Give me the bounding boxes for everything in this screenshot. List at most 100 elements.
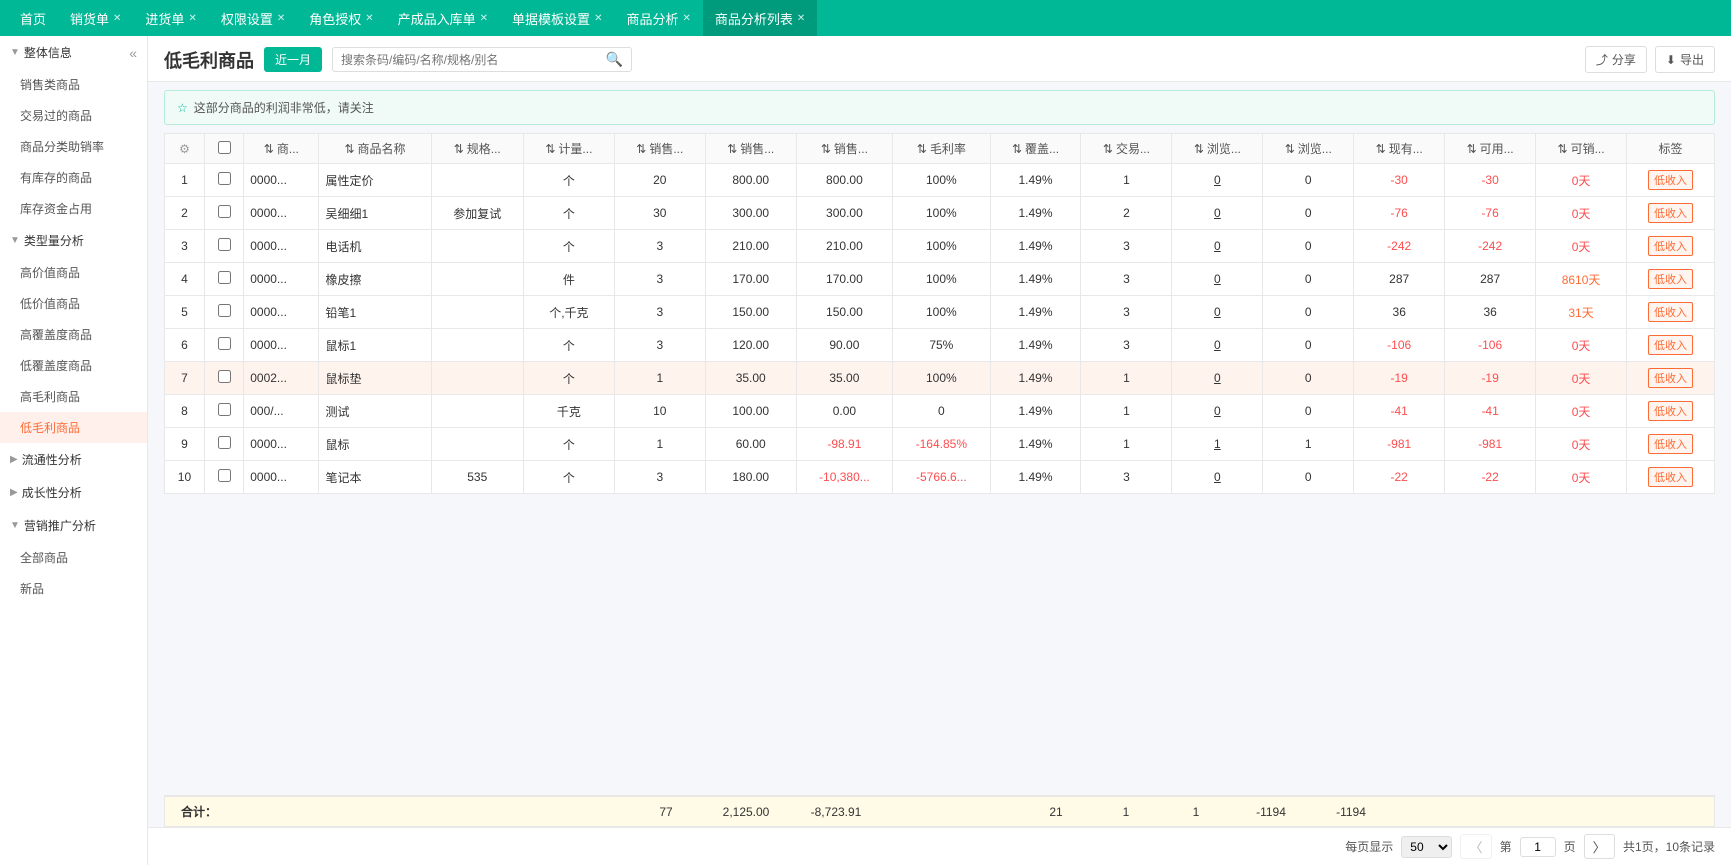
row-checkbox[interactable] [218,205,231,218]
cell-tag: 低收入 [1627,296,1715,329]
cell-checkbox[interactable] [204,428,243,461]
cell-row-no: 4 [165,263,205,296]
page-input[interactable] [1520,837,1556,857]
per-page-select[interactable]: 20 50 100 [1401,836,1452,858]
nav-close-permissions[interactable]: ✕ [277,13,285,24]
cell-browse1[interactable]: 1 [1172,428,1263,461]
cell-browse1[interactable]: 0 [1172,164,1263,197]
search-icon[interactable]: 🔍 [606,51,623,68]
nav-close-product-analysis[interactable]: ✕ [682,13,690,24]
row-checkbox[interactable] [218,271,231,284]
th-transactions[interactable]: ⇅交易... [1081,134,1172,164]
th-sales-qty[interactable]: ⇅销售... [614,134,705,164]
th-spec[interactable]: ⇅规格... [431,134,523,164]
cell-checkbox[interactable] [204,395,243,428]
th-coverage[interactable]: ⇅覆盖... [990,134,1081,164]
filter-recent-month[interactable]: 近一月 [264,47,322,72]
notice-text: 这部分商品的利润非常低，请关注 [194,99,374,116]
cell-code: 0000... [244,329,319,362]
next-page-btn[interactable]: 〉 [1584,834,1615,859]
nav-home[interactable]: 首页 [8,0,58,36]
th-sales-price[interactable]: ⇅销售... [705,134,796,164]
cell-browse1[interactable]: 0 [1172,461,1263,494]
cell-browse1[interactable]: 0 [1172,296,1263,329]
cell-checkbox[interactable] [204,164,243,197]
cell-browse1[interactable]: 0 [1172,395,1263,428]
share-button[interactable]: ⤴ 分享 [1585,46,1647,73]
sidebar-item-stock-capital[interactable]: 库存资金占用 [0,193,147,224]
sidebar-item-low-value[interactable]: 低价值商品 [0,288,147,319]
row-checkbox[interactable] [218,337,231,350]
cell-browse1[interactable]: 0 [1172,362,1263,395]
nav-close-role[interactable]: ✕ [365,13,373,24]
table-wrapper[interactable]: ⚙ ⇅商... ⇅商品名称 ⇅规格... ⇅计量... ⇅销售... ⇅销售..… [164,133,1715,787]
nav-product-analysis[interactable]: 商品分析 ✕ [614,0,702,36]
th-current-stock[interactable]: ⇅现有... [1354,134,1445,164]
cell-checkbox[interactable] [204,362,243,395]
sidebar-section-flow[interactable]: ▶ 流通性分析 [0,443,147,476]
sidebar-item-category-rate[interactable]: 商品分类助销率 [0,131,147,162]
nav-close-sales[interactable]: ✕ [113,13,121,24]
sidebar-section-growth[interactable]: ▶ 成长性分析 [0,476,147,509]
sidebar-item-high-value[interactable]: 高价值商品 [0,257,147,288]
row-checkbox[interactable] [218,304,231,317]
nav-product-analysis-list[interactable]: 商品分析列表 ✕ [703,0,817,36]
row-checkbox[interactable] [218,172,231,185]
cell-browse1[interactable]: 0 [1172,263,1263,296]
sidebar-item-high-margin[interactable]: 高毛利商品 [0,381,147,412]
export-button[interactable]: ⬇ 导出 [1655,46,1715,73]
cell-browse1[interactable]: 0 [1172,230,1263,263]
sidebar-section-type-analysis[interactable]: ▼ 类型量分析 [0,224,147,257]
cell-checkbox[interactable] [204,263,243,296]
sidebar-item-all-goods[interactable]: 全部商品 [0,542,147,573]
select-all-checkbox[interactable] [218,141,231,154]
nav-permissions[interactable]: 权限设置 ✕ [209,0,297,36]
nav-template-settings[interactable]: 单据模板设置 ✕ [500,0,614,36]
th-tag[interactable]: 标签 [1627,134,1715,164]
sidebar-section-overall[interactable]: ▼ 整体信息 « [0,36,147,69]
th-checkbox[interactable] [204,134,243,164]
sidebar-item-new-goods[interactable]: 新品 [0,573,147,604]
row-checkbox[interactable] [218,436,231,449]
row-checkbox[interactable] [218,469,231,482]
cell-browse1[interactable]: 0 [1172,197,1263,230]
sidebar-collapse-btn[interactable]: « [129,45,137,61]
sidebar-item-low-margin[interactable]: 低毛利商品 [0,412,147,443]
cell-browse1[interactable]: 0 [1172,329,1263,362]
th-code[interactable]: ⇅商... [244,134,319,164]
sidebar-item-low-coverage[interactable]: 低覆盖度商品 [0,350,147,381]
sidebar-item-high-coverage[interactable]: 高覆盖度商品 [0,319,147,350]
th-name[interactable]: ⇅商品名称 [319,134,431,164]
th-unit[interactable]: ⇅计量... [523,134,614,164]
nav-close-purchase[interactable]: ✕ [188,13,196,24]
th-sellable[interactable]: ⇅可销... [1536,134,1627,164]
sidebar-item-in-stock-goods[interactable]: 有库存的商品 [0,162,147,193]
cell-checkbox[interactable] [204,329,243,362]
row-checkbox[interactable] [218,238,231,251]
cell-checkbox[interactable] [204,197,243,230]
row-checkbox[interactable] [218,370,231,383]
nav-close-product-entry[interactable]: ✕ [480,13,488,24]
th-browse1[interactable]: ⇅浏览... [1172,134,1263,164]
nav-close-template[interactable]: ✕ [594,13,602,24]
cell-checkbox[interactable] [204,461,243,494]
th-gross-margin[interactable]: ⇅毛利率 [893,134,990,164]
nav-sales-order[interactable]: 销货单 ✕ [58,0,133,36]
prev-page-btn[interactable]: 〈 [1460,834,1491,859]
th-available[interactable]: ⇅可用... [1445,134,1536,164]
nav-purchase-order[interactable]: 进货单 ✕ [133,0,208,36]
cell-checkbox[interactable] [204,296,243,329]
nav-role-auth[interactable]: 角色授权 ✕ [297,0,385,36]
search-input[interactable] [341,53,606,67]
nav-close-product-analysis-list[interactable]: ✕ [797,13,805,24]
sidebar-item-sales-goods[interactable]: 销售类商品 [0,69,147,100]
th-sales-amount[interactable]: ⇅销售... [796,134,892,164]
row-checkbox[interactable] [218,403,231,416]
settings-icon[interactable]: ⚙ [179,142,190,156]
nav-product-entry[interactable]: 产成品入库单 ✕ [386,0,500,36]
th-browse2[interactable]: ⇅浏览... [1263,134,1354,164]
cell-checkbox[interactable] [204,230,243,263]
th-settings[interactable]: ⚙ [165,134,205,164]
sidebar-item-traded-goods[interactable]: 交易过的商品 [0,100,147,131]
sidebar-section-marketing[interactable]: ▼ 营销推广分析 [0,509,147,542]
